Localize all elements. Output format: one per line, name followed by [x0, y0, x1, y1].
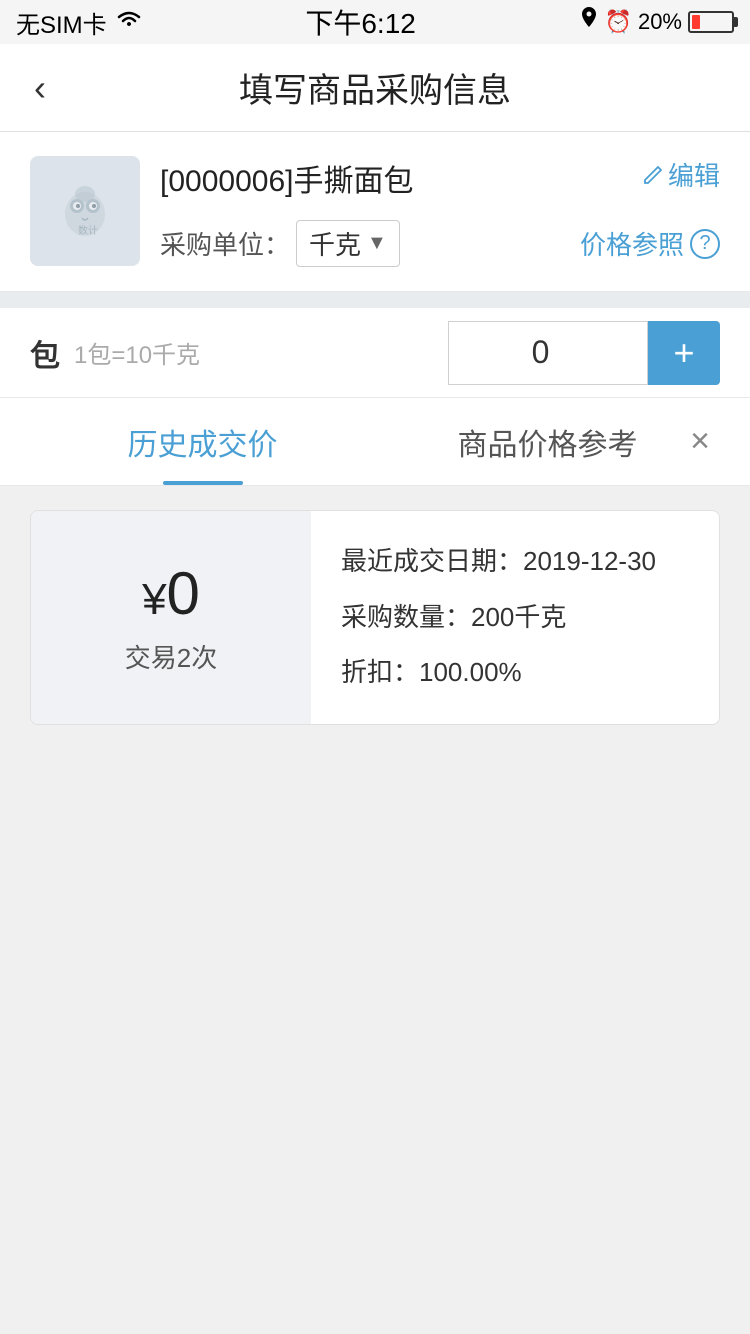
- info-icon: ?: [690, 229, 720, 259]
- discount-label: 折扣：: [341, 657, 419, 687]
- price-right-panel: 最近成交日期：2019-12-30 采购数量：200千克 折扣：100.00%: [311, 511, 719, 724]
- price-ref-label: 价格参照: [580, 225, 684, 262]
- product-card: 数计 [0000006]手撕面包 编辑 采购单位： 千克 ▼ 价格参照: [0, 132, 750, 292]
- battery-icon: [688, 11, 734, 33]
- status-bar: 无SIM卡 下午6:12 ⏰ 20%: [0, 0, 750, 44]
- tab-price-ref-label: 商品价格参考: [458, 420, 638, 464]
- product-name: [0000006]手撕面包: [160, 156, 413, 200]
- quantity-plus-button[interactable]: +: [648, 321, 720, 385]
- tabs-container: 历史成交价 商品价格参考 ×: [0, 398, 750, 486]
- purchase-unit-row: 采购单位： 千克 ▼ 价格参照 ?: [160, 220, 720, 267]
- product-info: [0000006]手撕面包 编辑 采购单位： 千克 ▼ 价格参照 ?: [160, 156, 720, 267]
- dropdown-arrow-icon: ▼: [367, 232, 387, 255]
- quantity-row: 包 1包=10千克 +: [0, 308, 750, 398]
- edit-button[interactable]: 编辑: [642, 156, 720, 193]
- wifi-icon: [115, 8, 143, 37]
- quantity-input[interactable]: [448, 321, 648, 385]
- price-value: 0: [167, 560, 200, 627]
- trade-count: 交易2次: [125, 638, 217, 675]
- price-card: ¥0 交易2次 最近成交日期：2019-12-30 采购数量：200千克 折扣：…: [30, 510, 720, 725]
- alarm-icon: ⏰: [605, 9, 632, 35]
- status-right: ⏰ 20%: [579, 7, 734, 37]
- product-header: [0000006]手撕面包 编辑: [160, 156, 720, 200]
- location-icon: [579, 7, 599, 37]
- unit-value: 千克: [309, 225, 361, 262]
- tab-price-ref[interactable]: 商品价格参考: [375, 398, 720, 485]
- product-image: 数计: [30, 156, 140, 266]
- unit-label: 采购单位：: [160, 225, 290, 262]
- tab-active-indicator: [163, 481, 243, 485]
- page-title: 填写商品采购信息: [239, 63, 511, 112]
- recent-date-row: 最近成交日期：2019-12-30: [341, 541, 689, 583]
- status-time: 下午6:12: [305, 2, 416, 42]
- close-button[interactable]: ×: [680, 412, 720, 471]
- price-amount: ¥0: [142, 559, 200, 628]
- recent-date-value: 2019-12-30: [523, 546, 656, 576]
- purchase-qty-label: 采购数量：: [341, 602, 471, 632]
- tab-history-price[interactable]: 历史成交价: [30, 398, 375, 485]
- recent-date-label: 最近成交日期：: [341, 546, 523, 576]
- purchase-qty-value: 200千克: [471, 602, 566, 632]
- edit-label: 编辑: [668, 156, 720, 193]
- carrier-label: 无SIM卡: [16, 5, 107, 40]
- price-ref-button[interactable]: 价格参照 ?: [580, 225, 720, 262]
- section-divider: [0, 292, 750, 308]
- nav-bar: ‹ 填写商品采购信息: [0, 44, 750, 132]
- unit-select[interactable]: 千克 ▼: [296, 220, 400, 267]
- battery-percent: 20%: [638, 9, 682, 35]
- quantity-input-area: +: [448, 321, 720, 385]
- price-left-panel: ¥0 交易2次: [31, 511, 311, 724]
- back-button[interactable]: ‹: [24, 57, 56, 119]
- purchase-qty-row: 采购数量：200千克: [341, 597, 689, 639]
- currency-symbol: ¥: [142, 575, 166, 624]
- quantity-unit-badge: 包: [30, 331, 60, 375]
- status-left: 无SIM卡: [16, 5, 143, 40]
- quantity-label-area: 包 1包=10千克: [30, 331, 200, 375]
- main-content: ¥0 交易2次 最近成交日期：2019-12-30 采购数量：200千克 折扣：…: [0, 486, 750, 1186]
- svg-text:数计: 数计: [78, 224, 98, 237]
- quantity-hint: 1包=10千克: [74, 335, 200, 370]
- price-card-wrapper: ¥0 交易2次 最近成交日期：2019-12-30 采购数量：200千克 折扣：…: [0, 486, 750, 749]
- discount-row: 折扣：100.00%: [341, 652, 689, 694]
- discount-value: 100.00%: [419, 657, 522, 687]
- tab-history-label: 历史成交价: [128, 420, 278, 464]
